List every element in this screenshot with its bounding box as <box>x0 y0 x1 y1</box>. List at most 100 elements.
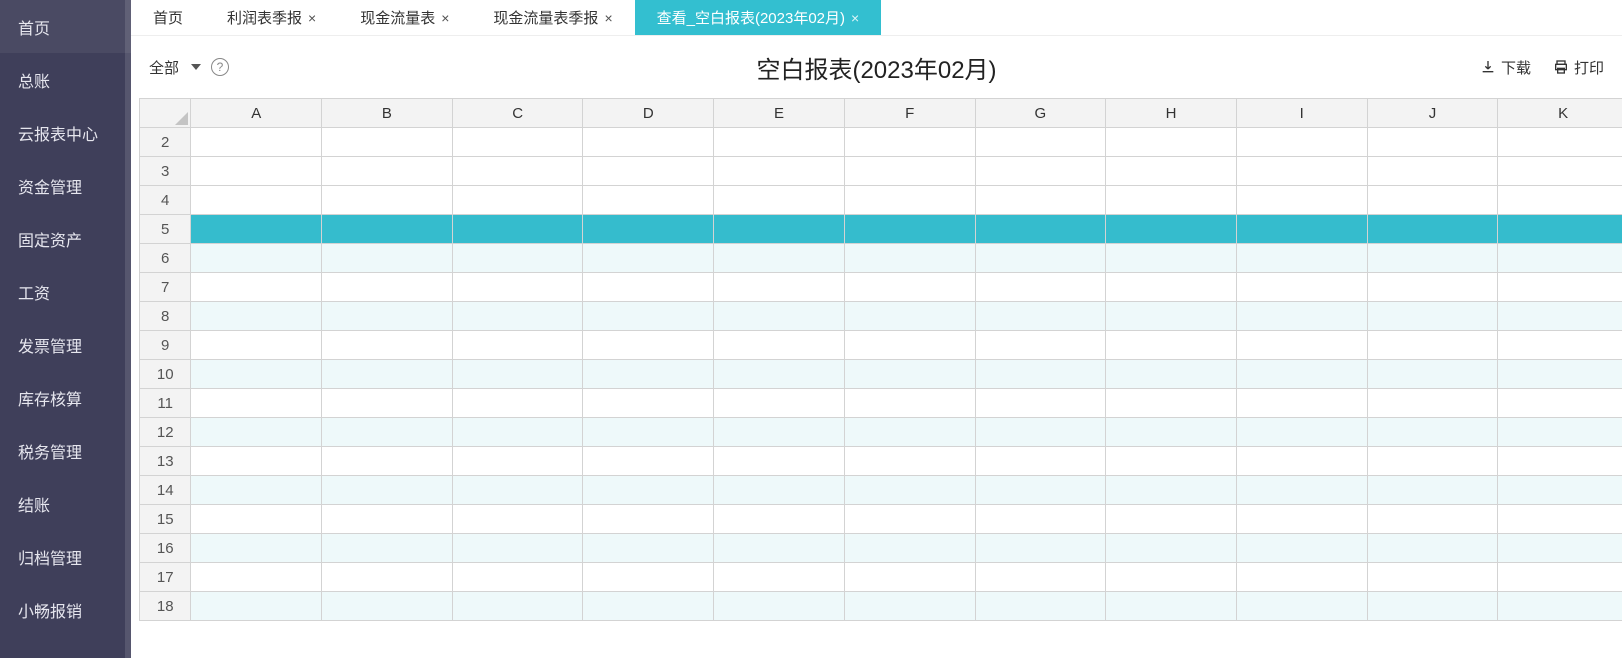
row-header-5[interactable]: 5 <box>140 215 191 244</box>
cell-G10[interactable] <box>975 360 1106 389</box>
sidebar-item-archive[interactable]: 归档管理 <box>0 530 131 583</box>
cell-G15[interactable] <box>975 505 1106 534</box>
cell-A13[interactable] <box>191 447 322 476</box>
cell-E8[interactable] <box>714 302 845 331</box>
cell-A10[interactable] <box>191 360 322 389</box>
cell-E13[interactable] <box>714 447 845 476</box>
cell-H2[interactable] <box>1106 128 1237 157</box>
column-header-H[interactable]: H <box>1106 99 1237 128</box>
cell-E15[interactable] <box>714 505 845 534</box>
cell-A2[interactable] <box>191 128 322 157</box>
print-button[interactable]: 打印 <box>1553 57 1604 78</box>
row-header-4[interactable]: 4 <box>140 186 191 215</box>
cell-E7[interactable] <box>714 273 845 302</box>
cell-D15[interactable] <box>583 505 714 534</box>
sidebar-item-salary[interactable]: 工资 <box>0 265 131 318</box>
cell-F12[interactable] <box>844 418 975 447</box>
column-header-E[interactable]: E <box>714 99 845 128</box>
column-header-B[interactable]: B <box>322 99 453 128</box>
cell-J5[interactable] <box>1367 215 1498 244</box>
row-header-15[interactable]: 15 <box>140 505 191 534</box>
cell-G11[interactable] <box>975 389 1106 418</box>
row-header-12[interactable]: 12 <box>140 418 191 447</box>
cell-K6[interactable] <box>1498 244 1622 273</box>
sidebar-item-invoice[interactable]: 发票管理 <box>0 318 131 371</box>
cell-F11[interactable] <box>844 389 975 418</box>
cell-C6[interactable] <box>452 244 583 273</box>
cell-C12[interactable] <box>452 418 583 447</box>
cell-A5[interactable] <box>191 215 322 244</box>
cell-C3[interactable] <box>452 157 583 186</box>
cell-A8[interactable] <box>191 302 322 331</box>
cell-K8[interactable] <box>1498 302 1622 331</box>
cell-F9[interactable] <box>844 331 975 360</box>
cell-I12[interactable] <box>1236 418 1367 447</box>
row-header-3[interactable]: 3 <box>140 157 191 186</box>
sidebar-item-cloud-reports[interactable]: 云报表中心 <box>0 106 131 159</box>
cell-K5[interactable] <box>1498 215 1622 244</box>
cell-F14[interactable] <box>844 476 975 505</box>
cell-G12[interactable] <box>975 418 1106 447</box>
cell-E3[interactable] <box>714 157 845 186</box>
sidebar-item-home[interactable]: 首页 <box>0 0 131 53</box>
cell-G7[interactable] <box>975 273 1106 302</box>
row-header-14[interactable]: 14 <box>140 476 191 505</box>
cell-A12[interactable] <box>191 418 322 447</box>
cell-J7[interactable] <box>1367 273 1498 302</box>
download-button[interactable]: 下载 <box>1480 57 1531 78</box>
cell-K3[interactable] <box>1498 157 1622 186</box>
cell-B5[interactable] <box>322 215 453 244</box>
close-icon[interactable]: × <box>441 11 449 25</box>
cell-G6[interactable] <box>975 244 1106 273</box>
cell-F6[interactable] <box>844 244 975 273</box>
cell-J16[interactable] <box>1367 534 1498 563</box>
row-header-2[interactable]: 2 <box>140 128 191 157</box>
cell-K11[interactable] <box>1498 389 1622 418</box>
cell-C13[interactable] <box>452 447 583 476</box>
sidebar-item-close[interactable]: 结账 <box>0 477 131 530</box>
cell-H7[interactable] <box>1106 273 1237 302</box>
cell-C11[interactable] <box>452 389 583 418</box>
row-header-17[interactable]: 17 <box>140 563 191 592</box>
cell-I14[interactable] <box>1236 476 1367 505</box>
cell-D16[interactable] <box>583 534 714 563</box>
cell-B6[interactable] <box>322 244 453 273</box>
cell-H14[interactable] <box>1106 476 1237 505</box>
cell-I15[interactable] <box>1236 505 1367 534</box>
cell-J6[interactable] <box>1367 244 1498 273</box>
tab-1[interactable]: 利润表季报× <box>205 0 338 35</box>
help-icon[interactable]: ? <box>211 58 229 76</box>
cell-K15[interactable] <box>1498 505 1622 534</box>
cell-A11[interactable] <box>191 389 322 418</box>
cell-H4[interactable] <box>1106 186 1237 215</box>
cell-D18[interactable] <box>583 592 714 621</box>
cell-C8[interactable] <box>452 302 583 331</box>
cell-G13[interactable] <box>975 447 1106 476</box>
cell-A17[interactable] <box>191 563 322 592</box>
cell-F3[interactable] <box>844 157 975 186</box>
cell-K10[interactable] <box>1498 360 1622 389</box>
row-header-16[interactable]: 16 <box>140 534 191 563</box>
cell-H17[interactable] <box>1106 563 1237 592</box>
cell-F16[interactable] <box>844 534 975 563</box>
close-icon[interactable]: × <box>308 11 316 25</box>
cell-F2[interactable] <box>844 128 975 157</box>
cell-G2[interactable] <box>975 128 1106 157</box>
cell-J8[interactable] <box>1367 302 1498 331</box>
cell-J14[interactable] <box>1367 476 1498 505</box>
cell-K18[interactable] <box>1498 592 1622 621</box>
cell-A4[interactable] <box>191 186 322 215</box>
cell-K16[interactable] <box>1498 534 1622 563</box>
cell-D10[interactable] <box>583 360 714 389</box>
cell-D9[interactable] <box>583 331 714 360</box>
cell-I6[interactable] <box>1236 244 1367 273</box>
cell-B8[interactable] <box>322 302 453 331</box>
cell-A3[interactable] <box>191 157 322 186</box>
cell-B13[interactable] <box>322 447 453 476</box>
cell-C18[interactable] <box>452 592 583 621</box>
tab-4[interactable]: 查看_空白报表(2023年02月)× <box>635 0 882 35</box>
cell-B14[interactable] <box>322 476 453 505</box>
cell-B9[interactable] <box>322 331 453 360</box>
cell-H11[interactable] <box>1106 389 1237 418</box>
sidebar-item-general-ledger[interactable]: 总账 <box>0 53 131 106</box>
